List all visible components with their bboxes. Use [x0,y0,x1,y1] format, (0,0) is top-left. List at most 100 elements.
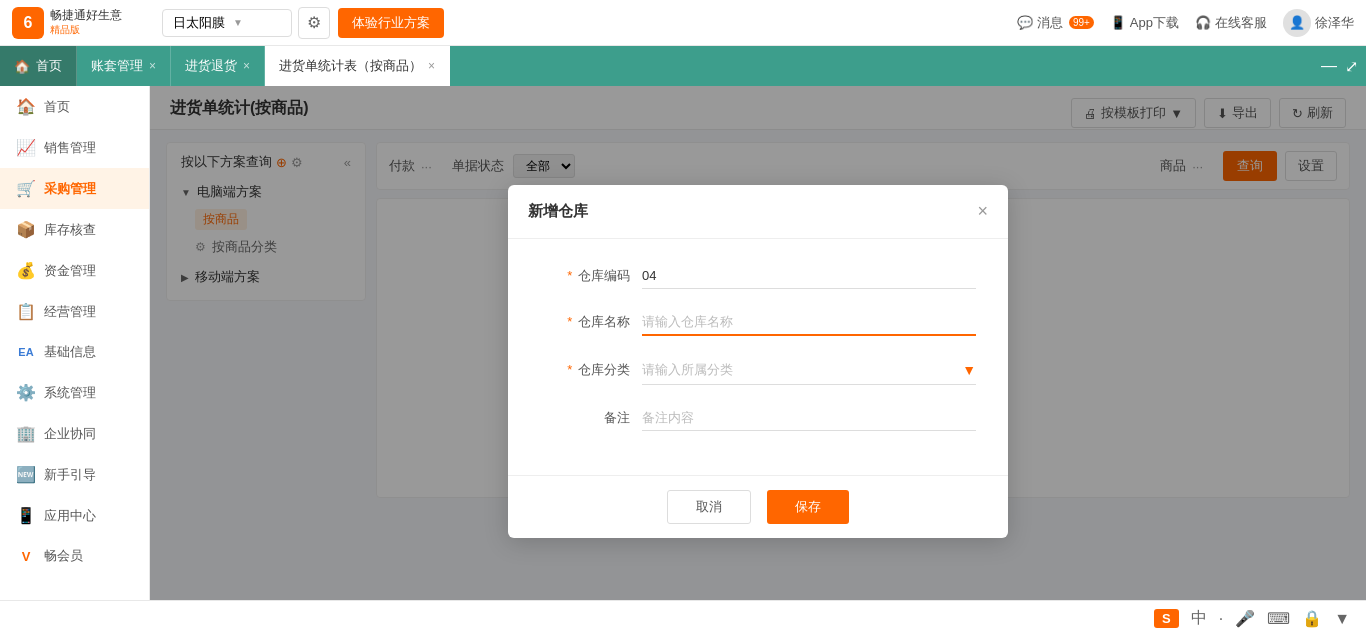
basic-info-icon: EA [16,346,36,358]
headphone-icon: 🎧 [1195,15,1211,30]
required-star-name: * [567,314,572,329]
modal-close-icon[interactable]: × [977,201,988,222]
sidebar-label-finance: 资金管理 [44,262,96,280]
mic-icon[interactable]: 🎤 [1235,609,1255,628]
modal-footer: 取消 保存 [508,475,1008,538]
modal-header: 新增仓库 × [508,185,1008,239]
category-placeholder: 请输入所属分类 [642,361,962,379]
modal-title: 新增仓库 [528,202,588,221]
tab-accounts[interactable]: 账套管理 × [77,46,171,86]
dropdown-bottom-icon[interactable]: ▼ [1334,610,1350,628]
logo-icon: 6 [12,7,44,39]
tab-stats[interactable]: 进货单统计表（按商品） × [265,46,450,86]
sidebar-item-home[interactable]: 🏠 首页 [0,86,149,127]
sidebar-item-guide[interactable]: 🆕 新手引导 [0,454,149,495]
chevron-down-icon: ▼ [233,17,243,28]
sidebar-label-guide: 新手引导 [44,466,96,484]
tab-home-label: 首页 [36,57,62,75]
keyboard-icon[interactable]: ⌨ [1267,609,1290,628]
required-star-cat: * [567,362,572,377]
category-label: * 仓库分类 [540,361,630,379]
system-icon: ⚙️ [16,383,36,402]
sidebar-item-sales[interactable]: 📈 销售管理 [0,127,149,168]
notifications-item[interactable]: 💬 消息 99+ [1017,14,1094,32]
tab-home[interactable]: 🏠 首页 [0,46,77,86]
form-row-note: 备注 [540,405,976,431]
bottombar: S 中 · 🎤 ⌨ 🔒 ▼ [0,600,1366,636]
settings-icon[interactable]: ⚙ [298,7,330,39]
message-icon: 💬 [1017,15,1033,30]
sidebar-label-basic: 基础信息 [44,343,96,361]
sales-icon: 📈 [16,138,36,157]
cancel-button[interactable]: 取消 [667,490,751,524]
logo-sub: 精品版 [50,23,122,37]
tab-expand-icon[interactable]: ⤢ [1345,57,1358,76]
logo-text: 畅捷通好生意 [50,8,122,24]
layout: 🏠 首页 📈 销售管理 🛒 采购管理 📦 库存核查 💰 资金管理 📋 经营管理 … [0,86,1366,636]
member-icon: V [16,549,36,564]
tab-minimize-icon[interactable]: — [1321,57,1337,75]
warehouse-note-input[interactable] [642,405,976,431]
notifications-label: 消息 [1037,14,1063,32]
warehouse-code-input[interactable] [642,263,976,289]
lock-icon[interactable]: 🔒 [1302,609,1322,628]
sidebar-item-enterprise[interactable]: 🏢 企业协同 [0,413,149,454]
tab-returns-close[interactable]: × [243,59,250,73]
home-icon: 🏠 [16,97,36,116]
form-row-code: * 仓库编码 [540,263,976,289]
sidebar-item-operation[interactable]: 📋 经营管理 [0,291,149,332]
store-selector[interactable]: 日太阳膜 ▼ [162,9,292,37]
form-row-category: * 仓库分类 请输入所属分类 ▼ [540,356,976,385]
app-download-item[interactable]: 📱 App下载 [1110,14,1179,32]
sidebar-item-purchase[interactable]: 🛒 采购管理 [0,168,149,209]
sidebar-item-finance[interactable]: 💰 资金管理 [0,250,149,291]
sidebar-item-inventory[interactable]: 📦 库存核查 [0,209,149,250]
save-button[interactable]: 保存 [767,490,849,524]
finance-icon: 💰 [16,261,36,280]
sidebar-label-home: 首页 [44,98,70,116]
topbar-right: 💬 消息 99+ 📱 App下载 🎧 在线客服 👤 徐泽华 [1017,9,1354,37]
operation-icon: 📋 [16,302,36,321]
sidebar-label-appstore: 应用中心 [44,507,96,525]
tab-stats-close[interactable]: × [428,59,435,73]
enterprise-icon: 🏢 [16,424,36,443]
dot-icon[interactable]: · [1219,610,1223,628]
sidebar-label-inventory: 库存核查 [44,221,96,239]
zh-input-icon[interactable]: 中 [1191,608,1207,629]
sidebar-label-sales: 销售管理 [44,139,96,157]
tab-stats-label: 进货单统计表（按商品） [279,57,422,75]
modal-body: * 仓库编码 * 仓库名称 [508,239,1008,475]
home-icon: 🏠 [14,59,30,74]
s-logo-bottom: S [1154,609,1179,628]
sidebar-item-member[interactable]: V 畅会员 [0,536,149,576]
sidebar-item-appstore[interactable]: 📱 应用中心 [0,495,149,536]
sidebar-item-system[interactable]: ⚙️ 系统管理 [0,372,149,413]
appstore-icon: 📱 [16,506,36,525]
tab-returns-label: 进货退货 [185,57,237,75]
sidebar-label-member: 畅会员 [44,547,83,565]
name-label: * 仓库名称 [540,313,630,331]
sidebar-label-operation: 经营管理 [44,303,96,321]
new-warehouse-modal: 新增仓库 × * 仓库编码 * [508,185,1008,538]
tab-accounts-close[interactable]: × [149,59,156,73]
tabbar: 🏠 首页 账套管理 × 进货退货 × 进货单统计表（按商品） × — ⤢ [0,46,1366,86]
tabbar-actions: — ⤢ [1313,46,1366,86]
notifications-badge: 99+ [1069,16,1094,29]
warehouse-name-input[interactable] [642,309,976,336]
phone-icon: 📱 [1110,15,1126,30]
user-item[interactable]: 👤 徐泽华 [1283,9,1354,37]
topbar: 6 畅捷通好生意 精品版 日太阳膜 ▼ ⚙ 体验行业方案 💬 消息 99+ 📱 … [0,0,1366,46]
sidebar: 🏠 首页 📈 销售管理 🛒 采购管理 📦 库存核查 💰 资金管理 📋 经营管理 … [0,86,150,636]
experience-button[interactable]: 体验行业方案 [338,8,444,38]
modal-overlay: 新增仓库 × * 仓库编码 * [150,86,1366,636]
inventory-icon: 📦 [16,220,36,239]
guide-icon: 🆕 [16,465,36,484]
sidebar-label-enterprise: 企业协同 [44,425,96,443]
form-row-name: * 仓库名称 [540,309,976,336]
online-service-item[interactable]: 🎧 在线客服 [1195,14,1267,32]
note-label: 备注 [540,409,630,427]
category-select-row[interactable]: 请输入所属分类 ▼ [642,356,976,385]
tab-returns[interactable]: 进货退货 × [171,46,265,86]
avatar: 👤 [1283,9,1311,37]
sidebar-item-basic[interactable]: EA 基础信息 [0,332,149,372]
